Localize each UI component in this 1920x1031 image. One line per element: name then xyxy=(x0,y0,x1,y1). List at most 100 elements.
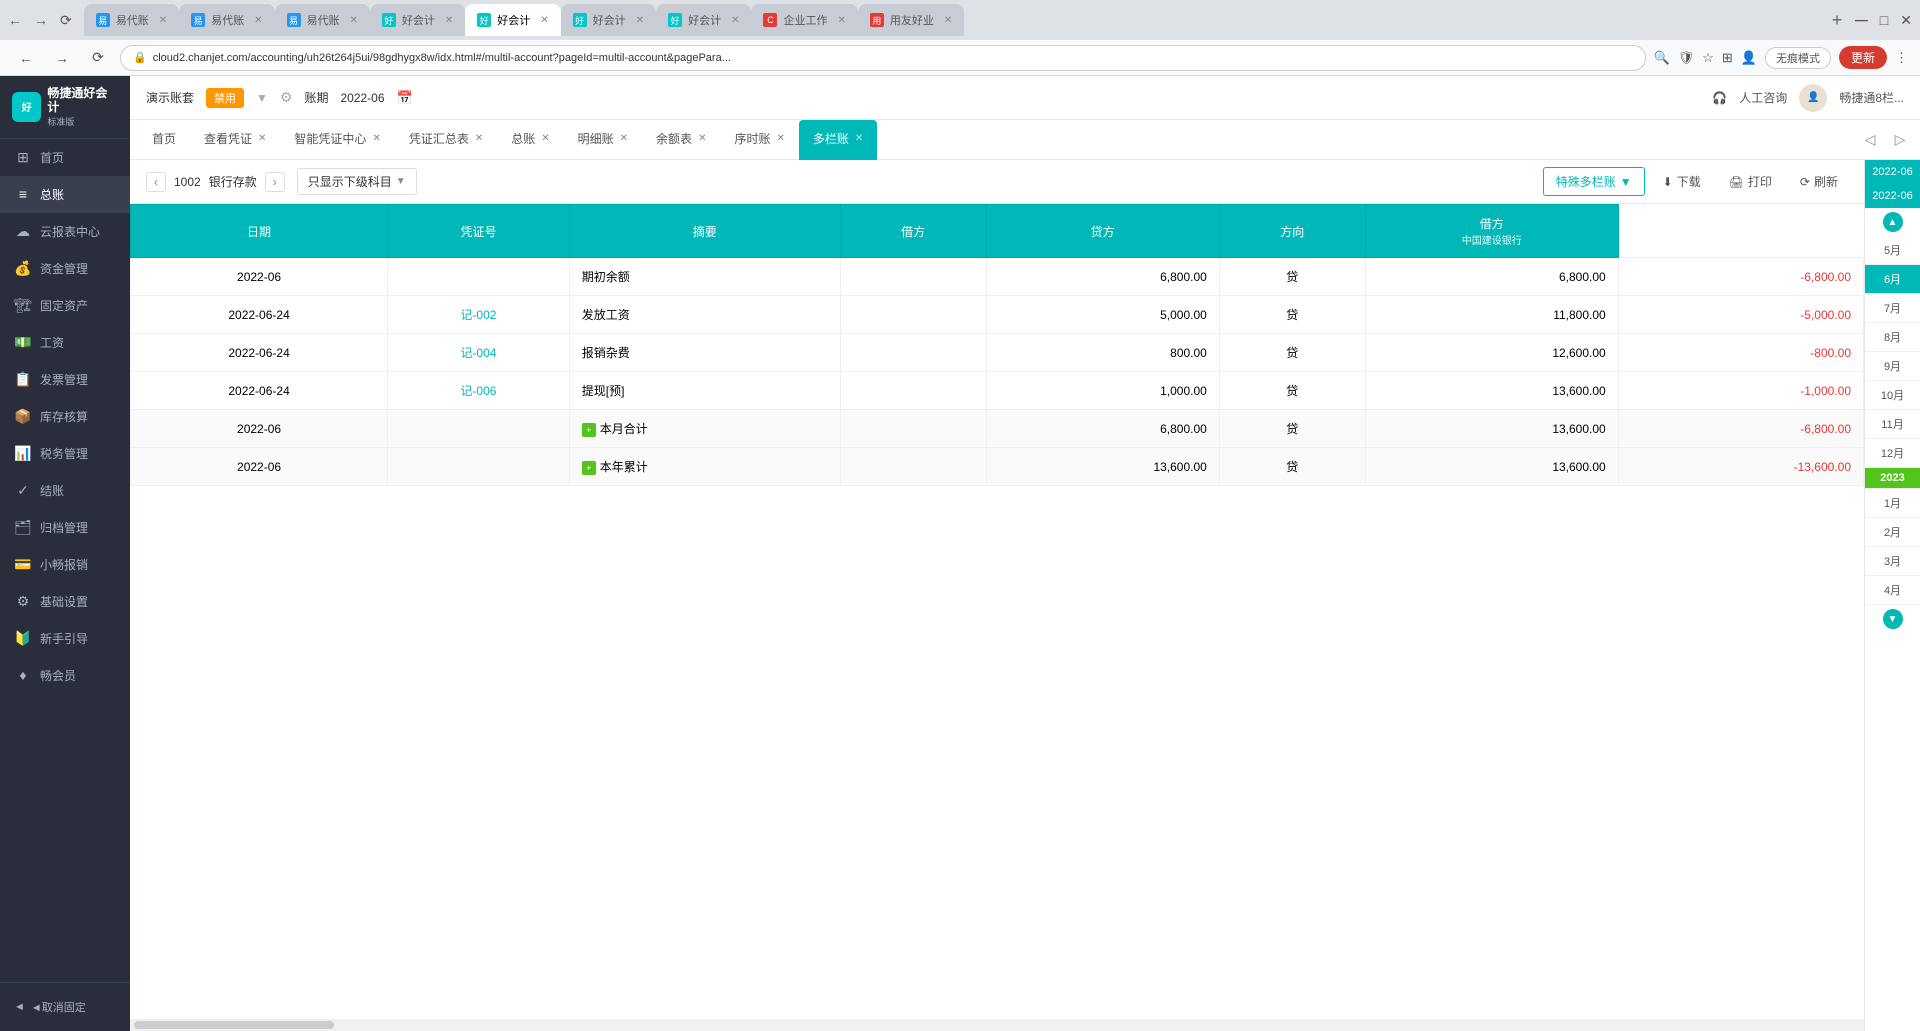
nav-tab-2[interactable]: 智能凭证中心✕ xyxy=(280,120,394,160)
tab-close-5[interactable]: ✕ xyxy=(636,15,644,26)
cell-voucher-3[interactable]: 记-006 xyxy=(388,372,570,410)
sidebar-item-畅会员[interactable]: ♦畅会员 xyxy=(0,657,130,694)
forward-icon[interactable]: → xyxy=(34,12,48,29)
table-container[interactable]: 日期凭证号摘要借方贷方方向借方中国建设银行 2022-06期初余额6,800.0… xyxy=(130,204,1864,1019)
sidebar-item-总账[interactable]: ≡总账 xyxy=(0,176,130,213)
nav-tab-close-4[interactable]: ✕ xyxy=(541,133,549,144)
nav-reload-button[interactable]: ⟳ xyxy=(84,44,112,72)
nav-tab-0[interactable]: 首页 xyxy=(138,120,190,160)
date-item-6月[interactable]: 6月 xyxy=(1865,265,1920,294)
search-icon[interactable]: 🔍 xyxy=(1654,50,1670,66)
download-button[interactable]: ⬇ 下载 xyxy=(1653,168,1711,195)
nav-tab-close-7[interactable]: ✕ xyxy=(776,133,784,144)
reload-icon[interactable]: ⟳ xyxy=(60,12,72,29)
refresh-button[interactable]: ⟳ 刷新 xyxy=(1790,168,1848,195)
voucher-link-1[interactable]: 记-002 xyxy=(460,308,496,322)
browser-tab-5[interactable]: 好好会计✕ xyxy=(561,4,656,36)
date-item-9月[interactable]: 9月 xyxy=(1865,352,1920,381)
account-next-button[interactable]: › xyxy=(265,172,285,192)
star-icon[interactable]: ☆ xyxy=(1702,50,1714,66)
minimize-icon[interactable]: ─ xyxy=(1855,10,1868,31)
nav-tab-7[interactable]: 序时账✕ xyxy=(720,120,798,160)
nav-tab-close-6[interactable]: ✕ xyxy=(698,133,706,144)
nav-forward-button[interactable]: → xyxy=(48,44,76,72)
sidebar-item-资金管理[interactable]: 💰资金管理 xyxy=(0,250,130,287)
filter-button[interactable]: 只显示下级科目 ▼ xyxy=(297,168,417,195)
account-icon[interactable]: 👤 xyxy=(1741,50,1757,66)
date-item-1月[interactable]: 1月 xyxy=(1865,489,1920,518)
cell-voucher-1[interactable]: 记-002 xyxy=(388,296,570,334)
cell-voucher-2[interactable]: 记-004 xyxy=(388,334,570,372)
tab-close-3[interactable]: ✕ xyxy=(445,15,453,26)
calendar-icon[interactable]: 📅 xyxy=(397,90,413,106)
date-item-5月[interactable]: 5月 xyxy=(1865,236,1920,265)
extension-icon[interactable]: ⊞ xyxy=(1722,50,1733,66)
nav-tab-close-5[interactable]: ✕ xyxy=(620,133,628,144)
tab-close-1[interactable]: ✕ xyxy=(254,15,262,26)
date-item-12月[interactable]: 12月 xyxy=(1865,439,1920,468)
maximize-icon[interactable]: □ xyxy=(1880,12,1888,28)
user-name[interactable]: 畅捷通8栏... xyxy=(1839,89,1904,106)
collapse-left-icon[interactable]: ◁ xyxy=(1858,128,1882,152)
update-button[interactable]: 更新 xyxy=(1839,46,1887,69)
back-icon[interactable]: ← xyxy=(8,12,22,29)
sidebar-item-云报表中心[interactable]: ☁云报表中心 xyxy=(0,213,130,250)
tab-close-6[interactable]: ✕ xyxy=(731,15,739,26)
sidebar-item-固定资产[interactable]: 🏗固定资产 xyxy=(0,287,130,324)
voucher-link-3[interactable]: 记-006 xyxy=(460,384,496,398)
menu-icon[interactable]: ⋮ xyxy=(1895,50,1908,66)
date-item-3月[interactable]: 3月 xyxy=(1865,547,1920,576)
nav-tab-close-2[interactable]: ✕ xyxy=(372,133,380,144)
nav-tab-6[interactable]: 余额表✕ xyxy=(642,120,720,160)
scroll-thumb[interactable] xyxy=(134,1021,334,1029)
sidebar-item-基础设置[interactable]: ⚙基础设置 xyxy=(0,583,130,620)
nav-tab-3[interactable]: 凭证汇总表✕ xyxy=(395,120,497,160)
browser-tab-3[interactable]: 好好会计✕ xyxy=(370,4,465,36)
date-item-4月[interactable]: 4月 xyxy=(1865,576,1920,605)
special-ledger-button[interactable]: 特殊多栏账 ▼ xyxy=(1543,167,1645,196)
sidebar-item-小畅报销[interactable]: 💳小畅报销 xyxy=(0,546,130,583)
date-item-8月[interactable]: 8月 xyxy=(1865,323,1920,352)
sidebar-item-库存核算[interactable]: 📦库存核算 xyxy=(0,398,130,435)
browser-tab-8[interactable]: 用用友好业✕ xyxy=(858,4,964,36)
nav-back-button[interactable]: ← xyxy=(12,44,40,72)
sidebar-item-归档管理[interactable]: 🗂归档管理 xyxy=(0,509,130,546)
sidebar-item-新手引导[interactable]: 🔰新手引导 xyxy=(0,620,130,657)
setting-icon[interactable]: ⚙ xyxy=(280,89,293,106)
browser-tab-7[interactable]: C企业工作✕ xyxy=(751,4,857,36)
demo-dropdown-arrow[interactable]: ▼ xyxy=(256,91,268,105)
date-nav-down[interactable]: ▼ xyxy=(1883,609,1903,629)
voucher-link-2[interactable]: 记-004 xyxy=(460,346,496,360)
sidebar-item-首页[interactable]: ⊞首页 xyxy=(0,139,130,176)
tab-close-4[interactable]: ✕ xyxy=(540,15,548,26)
nav-tab-1[interactable]: 查看凭证✕ xyxy=(190,120,280,160)
browser-tab-0[interactable]: 易易代账✕ xyxy=(84,4,179,36)
nav-tab-close-3[interactable]: ✕ xyxy=(475,133,483,144)
date-item-2023[interactable]: 2023 xyxy=(1865,468,1920,489)
incognito-mode-button[interactable]: 无痕模式 xyxy=(1765,47,1831,69)
tab-close-0[interactable]: ✕ xyxy=(159,15,167,26)
tab-close-8[interactable]: ✕ xyxy=(944,15,952,26)
account-prev-button[interactable]: ‹ xyxy=(146,172,166,192)
date-item-7月[interactable]: 7月 xyxy=(1865,294,1920,323)
tab-close-7[interactable]: ✕ xyxy=(837,15,845,26)
date-item-11月[interactable]: 11月 xyxy=(1865,410,1920,439)
nav-tab-4[interactable]: 总账✕ xyxy=(497,120,563,160)
tab-close-2[interactable]: ✕ xyxy=(350,15,358,26)
close-icon[interactable]: ✕ xyxy=(1900,12,1912,29)
sidebar-item-结账[interactable]: ✓结账 xyxy=(0,472,130,509)
sidebar-item-发票管理[interactable]: 📋发票管理 xyxy=(0,361,130,398)
sidebar-item-工资[interactable]: 💵工资 xyxy=(0,324,130,361)
date-item-2月[interactable]: 2月 xyxy=(1865,518,1920,547)
nav-tab-5[interactable]: 明细账✕ xyxy=(564,120,642,160)
nav-tab-close-8[interactable]: ✕ xyxy=(855,133,863,144)
sidebar-item-税务管理[interactable]: 📊税务管理 xyxy=(0,435,130,472)
date-nav-up[interactable]: ▲ xyxy=(1883,212,1903,232)
nav-tab-close-1[interactable]: ✕ xyxy=(258,133,266,144)
date-item-10月[interactable]: 10月 xyxy=(1865,381,1920,410)
browser-tab-1[interactable]: 易易代账✕ xyxy=(179,4,274,36)
browser-tab-4[interactable]: 好好会计✕ xyxy=(465,4,560,36)
sidebar-pin-button[interactable]: ◄ ◄取消固定 xyxy=(0,991,130,1023)
expand-right-icon[interactable]: ▷ xyxy=(1888,128,1912,152)
browser-tab-6[interactable]: 好好会计✕ xyxy=(656,4,751,36)
